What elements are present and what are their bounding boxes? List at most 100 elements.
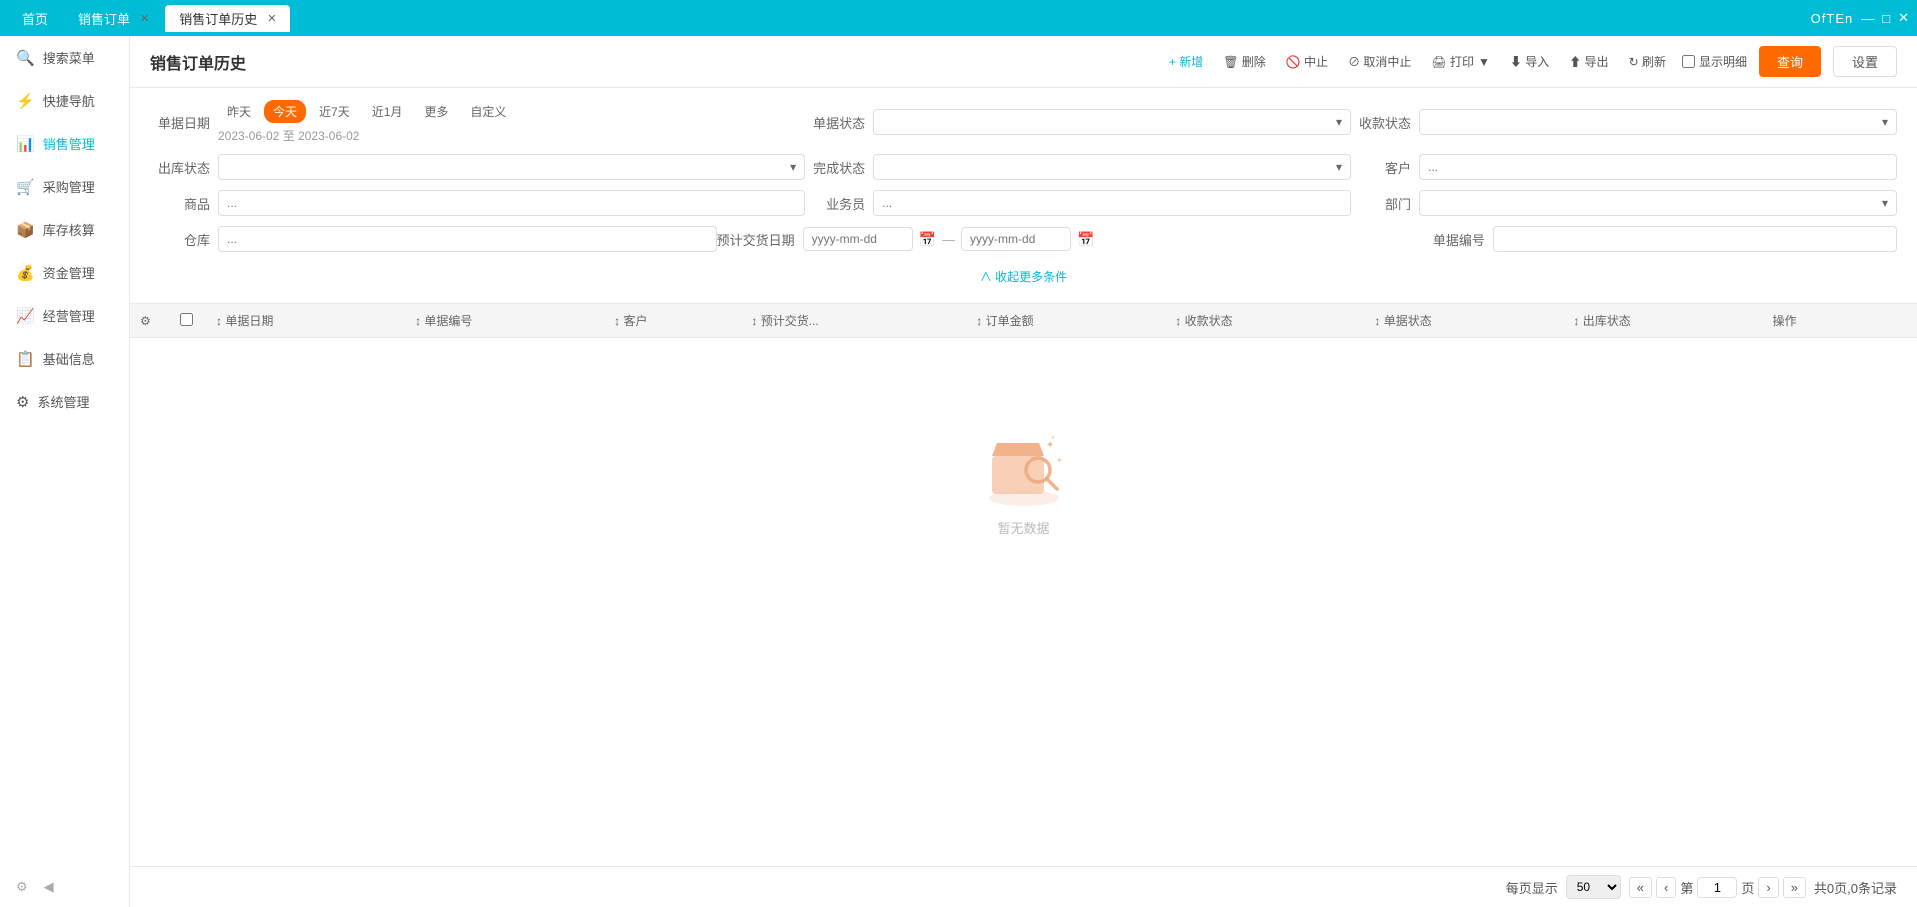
delivery-date-end-input[interactable] <box>961 227 1071 251</box>
delivery-date-start-input[interactable] <box>803 227 913 251</box>
sidebar-item-label: 系统管理 <box>37 392 89 411</box>
last-page-btn[interactable]: » <box>1783 877 1806 898</box>
tab-home[interactable]: 首页 <box>8 5 62 32</box>
page-header: 销售订单历史 + 新增 🗑 删除 🚫 中止 ⊘ 取消中止 🖨 打印 ▼ ⬇ 导入… <box>130 36 1917 88</box>
sidebar: 🔍 搜索菜单 ⚡ 快捷导航 📊 销售管理 🛒 采购管理 📦 库存核算 💰 资金管… <box>0 36 130 907</box>
prev-page-btn[interactable]: ‹ <box>1656 877 1676 898</box>
sidebar-item-sales[interactable]: 📊 销售管理 <box>0 122 129 165</box>
system-icon: ⚙ <box>16 393 29 411</box>
date-tag-yesterday[interactable]: 昨天 <box>218 100 260 123</box>
col-customer[interactable]: ↕ 客户 <box>604 304 741 338</box>
col-amount-label: ↕ 订单金额 <box>976 314 1033 328</box>
col-bill-status[interactable]: ↕ 单据状态 <box>1364 304 1563 338</box>
refresh-button[interactable]: ↻ 刷新 <box>1625 51 1670 72</box>
svg-text:✦: ✦ <box>1050 434 1056 442</box>
out-status-select[interactable]: ▾ <box>218 154 805 180</box>
dept-select[interactable]: ▾ <box>1419 190 1897 216</box>
filter-salesman: 业务员 <box>805 190 1351 216</box>
sidebar-item-inventory[interactable]: 📦 库存核算 <box>0 208 129 251</box>
sidebar-item-basic[interactable]: 📋 基础信息 <box>0 337 129 380</box>
goods-input[interactable] <box>218 190 805 216</box>
sidebar-item-label: 基础信息 <box>43 349 95 368</box>
collapse-icon[interactable]: ◀ <box>44 879 54 895</box>
query-button[interactable]: 查询 <box>1759 46 1821 77</box>
import-button[interactable]: ⬇ 导入 <box>1506 51 1553 72</box>
delivery-date-label: 预计交货日期 <box>717 230 795 249</box>
salesman-input[interactable] <box>873 190 1351 216</box>
date-tag-1month[interactable]: 近1月 <box>363 100 412 123</box>
top-bar-right: OfTEn — □ ✕ <box>1811 10 1909 26</box>
show-detail-input[interactable] <box>1682 55 1695 68</box>
basic-icon: 📋 <box>16 350 35 368</box>
empty-state: ✦ ✦ ✦ 暂无数据 <box>130 338 1917 577</box>
sidebar-item-quick-nav[interactable]: ⚡ 快捷导航 <box>0 79 129 122</box>
page-size-label: 每页显示 <box>1506 878 1558 897</box>
customer-input[interactable] <box>1419 154 1897 180</box>
col-delivery[interactable]: ↕ 预计交货... <box>741 304 966 338</box>
tab-sales-order-close[interactable]: ✕ <box>140 12 149 25</box>
delivery-date-picker: 📅 — 📅 <box>803 227 1425 251</box>
date-tag-7days[interactable]: 近7天 <box>310 100 359 123</box>
complete-status-select[interactable]: ▾ <box>873 154 1351 180</box>
tab-sales-order-history-close[interactable]: ✕ <box>267 12 276 25</box>
new-button[interactable]: + 新增 <box>1165 51 1207 72</box>
delete-button[interactable]: 🗑 删除 <box>1219 51 1270 72</box>
total-text: 共0页,0条记录 <box>1814 878 1897 897</box>
table-checkbox-header[interactable] <box>170 304 206 338</box>
table-settings-header[interactable]: ⚙ <box>130 304 170 338</box>
tab-sales-order-history-label: 销售订单历史 <box>179 9 257 28</box>
warehouse-label: 仓库 <box>150 230 210 249</box>
bottom-settings-icon[interactable]: ⚙ <box>16 879 28 895</box>
filter-area: 单据日期 昨天 今天 近7天 近1月 更多 自定义 2023-06-02 <box>130 88 1917 304</box>
bill-status-control: ▾ <box>873 109 1351 135</box>
next-page-btn[interactable]: › <box>1758 877 1778 898</box>
page-input[interactable] <box>1697 877 1737 898</box>
filter-bill-status: 单据状态 ▾ <box>805 109 1351 135</box>
sidebar-item-search-menu[interactable]: 🔍 搜索菜单 <box>0 36 129 79</box>
tab-sales-order-label: 销售订单 <box>78 9 130 28</box>
date-tag-today[interactable]: 今天 <box>264 100 306 123</box>
delivery-date-start-calendar[interactable]: 📅 <box>919 231 936 248</box>
date-tags: 昨天 今天 近7天 近1月 更多 自定义 <box>218 100 805 123</box>
tab-sales-order-history[interactable]: 销售订单历史 ✕ <box>165 5 290 32</box>
bill-status-select[interactable]: ▾ <box>873 109 1351 135</box>
print-button[interactable]: 🖨 打印 ▼ <box>1427 51 1493 72</box>
bill-status-arrow: ▾ <box>1336 115 1342 129</box>
page-unit: 页 <box>1741 878 1754 897</box>
sidebar-item-purchase[interactable]: 🛒 采购管理 <box>0 165 129 208</box>
window-max-btn[interactable]: □ <box>1882 11 1890 26</box>
filter-date: 单据日期 昨天 今天 近7天 近1月 更多 自定义 2023-06-02 <box>150 100 805 144</box>
tab-sales-order[interactable]: 销售订单 ✕ <box>64 5 163 32</box>
operation-icon: 📈 <box>16 307 35 325</box>
receipt-status-label: 收款状态 <box>1351 113 1411 132</box>
dept-arrow: ▾ <box>1882 196 1888 210</box>
col-receipt-status[interactable]: ↕ 收款状态 <box>1165 304 1364 338</box>
page-size-select[interactable]: 50 10 20 100 <box>1566 875 1621 899</box>
col-out-status[interactable]: ↕ 出库状态 <box>1563 304 1762 338</box>
show-detail-checkbox[interactable]: 显示明细 <box>1682 53 1747 70</box>
collapse-conditions[interactable]: ∧ 收起更多条件 <box>150 262 1897 291</box>
sidebar-item-operation[interactable]: 📈 经营管理 <box>0 294 129 337</box>
col-bill-no[interactable]: ↕ 单据编号 <box>405 304 604 338</box>
data-table: ⚙ ↕ 单据日期 ↕ 单据编号 ↕ 客户 ↕ 预计交货... ↕ 订单金额 ↕ … <box>130 304 1917 338</box>
receipt-status-arrow: ▾ <box>1882 115 1888 129</box>
settings-button[interactable]: 设置 <box>1833 46 1897 77</box>
window-min-btn[interactable]: — <box>1861 11 1874 26</box>
export-button[interactable]: ⬆ 导出 <box>1565 51 1612 72</box>
bill-no-input[interactable] <box>1493 226 1897 252</box>
stop-button[interactable]: 🚫 中止 <box>1282 51 1332 72</box>
date-tag-custom[interactable]: 自定义 <box>461 100 515 123</box>
select-all-checkbox[interactable] <box>180 313 193 326</box>
first-page-btn[interactable]: « <box>1629 877 1652 898</box>
col-date[interactable]: ↕ 单据日期 <box>206 304 405 338</box>
cancel-stop-button[interactable]: ⊘ 取消中止 <box>1344 51 1415 72</box>
warehouse-input[interactable] <box>218 226 717 252</box>
print-dropdown-icon: ▼ <box>1478 55 1490 69</box>
sidebar-item-finance[interactable]: 💰 资金管理 <box>0 251 129 294</box>
delivery-date-end-calendar[interactable]: 📅 <box>1077 231 1094 248</box>
sidebar-item-system[interactable]: ⚙ 系统管理 <box>0 380 129 423</box>
receipt-status-select[interactable]: ▾ <box>1419 109 1897 135</box>
date-tag-more[interactable]: 更多 <box>415 100 457 123</box>
window-close-btn[interactable]: ✕ <box>1898 10 1909 26</box>
col-amount[interactable]: ↕ 订单金额 <box>966 304 1165 338</box>
